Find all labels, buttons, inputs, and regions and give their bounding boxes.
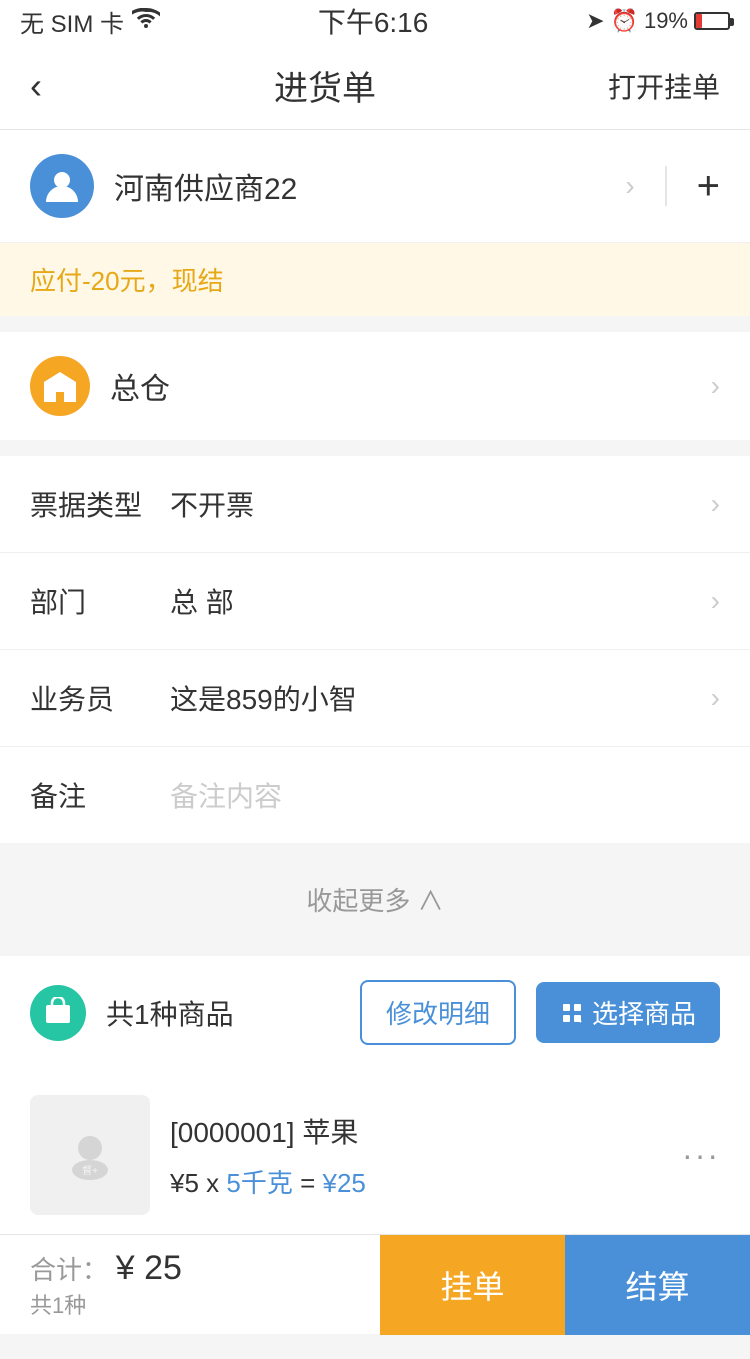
- total-line: 合计： ¥ 25: [30, 1249, 350, 1288]
- nav-bar: ‹ 进货单 打开挂单: [0, 42, 750, 130]
- form-row-note[interactable]: 备注 备注内容: [0, 747, 750, 843]
- form-section: 票据类型 不开票 › 部门 总 部 › 业务员 这是859的小智 › 备注 备注…: [0, 456, 750, 843]
- dept-value: 总 部: [150, 581, 711, 621]
- dept-chevron-icon: ›: [711, 585, 720, 617]
- carrier-label: 无 SIM 卡: [20, 4, 124, 39]
- products-header: 共1种商品 修改明细 选择商品: [0, 956, 750, 1069]
- alarm-icon: ⏰: [611, 8, 638, 34]
- battery-label: 19%: [644, 8, 688, 34]
- product-price: ¥5 x 5千克 = ¥25: [170, 1163, 662, 1200]
- back-button[interactable]: ‹: [30, 65, 42, 107]
- page-title: 进货单: [274, 61, 376, 110]
- salesperson-label: 业务员: [30, 678, 150, 718]
- svg-text:督+: 督+: [82, 1164, 98, 1177]
- product-name: [0000001] 苹果: [170, 1111, 662, 1151]
- products-section: 共1种商品 修改明细 选择商品 督+ [0000001] 苹果: [0, 956, 750, 1239]
- total-value: ¥25: [323, 1168, 366, 1198]
- warehouse-section: 总仓 ›: [0, 332, 750, 440]
- price-multiply: x: [206, 1168, 226, 1198]
- price-value: ¥5: [170, 1168, 199, 1198]
- warehouse-row[interactable]: 总仓 ›: [0, 332, 750, 440]
- bottom-bar: 合计： ¥ 25 共1种 挂单 结算: [0, 1234, 750, 1334]
- quantity-value: 5千克: [226, 1168, 292, 1198]
- supplier-chevron-icon: ›: [625, 170, 634, 202]
- supplier-avatar: [30, 154, 94, 218]
- collapse-row[interactable]: 收起更多 ∧: [0, 859, 750, 940]
- checkout-button[interactable]: 结算: [565, 1235, 750, 1335]
- ticket-value: 不开票: [150, 484, 711, 524]
- wifi-icon: [132, 7, 160, 35]
- product-thumbnail: 督+: [30, 1095, 150, 1215]
- salesperson-chevron-icon: ›: [711, 682, 720, 714]
- hold-button[interactable]: 挂单: [380, 1235, 565, 1335]
- dept-label: 部门: [30, 581, 150, 621]
- price-equals: =: [300, 1168, 322, 1198]
- collapse-label: 收起更多 ∧: [306, 881, 443, 918]
- add-button[interactable]: +: [697, 164, 720, 209]
- note-label: 备注: [30, 775, 150, 815]
- total-section: 合计： ¥ 25 共1种: [0, 1249, 380, 1320]
- salesperson-value: 这是859的小智: [150, 678, 711, 718]
- warehouse-icon: [30, 356, 90, 416]
- status-left: 无 SIM 卡: [20, 4, 160, 39]
- ticket-chevron-icon: ›: [711, 488, 720, 520]
- note-placeholder[interactable]: 备注内容: [150, 775, 720, 815]
- products-count: 共1种商品: [106, 993, 340, 1033]
- more-button[interactable]: ···: [682, 1137, 720, 1174]
- status-bar: 无 SIM 卡 下午6:16 ➤ ⏰ 19%: [0, 0, 750, 42]
- supplier-name: 河南供应商22: [114, 164, 625, 208]
- form-row-ticket[interactable]: 票据类型 不开票 ›: [0, 456, 750, 553]
- product-info: [0000001] 苹果 ¥5 x 5千克 = ¥25: [170, 1111, 662, 1200]
- warehouse-chevron-icon: ›: [711, 370, 720, 402]
- form-row-dept[interactable]: 部门 总 部 ›: [0, 553, 750, 650]
- status-time: 下午6:16: [318, 1, 429, 41]
- total-count: 共1种: [30, 1288, 350, 1320]
- products-icon: [30, 985, 86, 1041]
- form-row-salesperson[interactable]: 业务员 这是859的小智 ›: [0, 650, 750, 747]
- product-item: 督+ [0000001] 苹果 ¥5 x 5千克 = ¥25 ···: [0, 1071, 750, 1239]
- total-label: 合计：: [30, 1255, 108, 1285]
- open-hold-button[interactable]: 打开挂单: [608, 66, 720, 106]
- select-product-label: 选择商品: [592, 994, 696, 1031]
- battery-icon: [694, 12, 730, 30]
- product-title: 苹果: [302, 1117, 358, 1148]
- product-code: [0000001]: [170, 1117, 295, 1148]
- payment-hint: 应付-20元，现结: [0, 243, 750, 316]
- warehouse-name: 总仓: [110, 364, 711, 408]
- ticket-label: 票据类型: [30, 484, 150, 524]
- edit-detail-button[interactable]: 修改明细: [360, 980, 516, 1045]
- supplier-divider: [665, 166, 667, 206]
- supplier-row[interactable]: 河南供应商22 › +: [0, 130, 750, 243]
- location-icon: ➤: [586, 8, 604, 34]
- select-product-button[interactable]: 选择商品: [536, 982, 720, 1043]
- supplier-section: 河南供应商22 › + 应付-20元，现结: [0, 130, 750, 316]
- total-amount: ¥ 25: [116, 1249, 182, 1287]
- status-right: ➤ ⏰ 19%: [586, 8, 730, 34]
